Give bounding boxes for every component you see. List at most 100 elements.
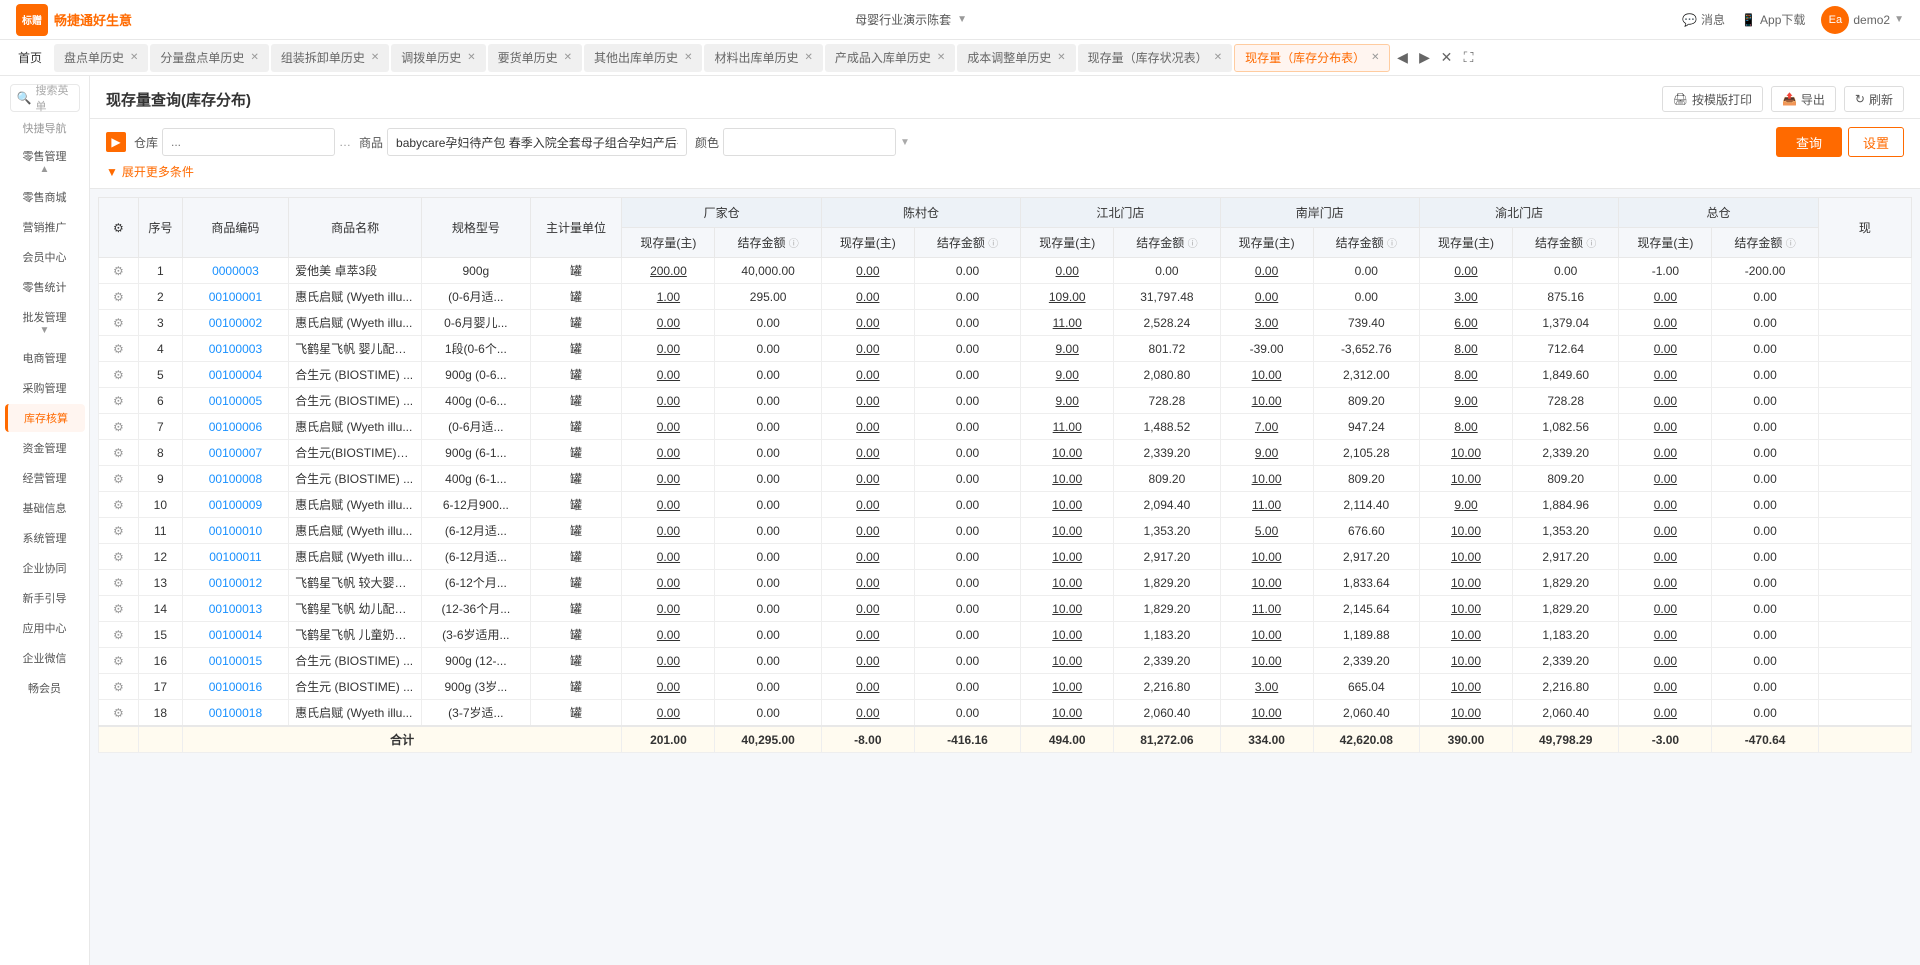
query-btn[interactable]: 查询 bbox=[1776, 127, 1842, 157]
na-stock-cell[interactable]: 11.00 bbox=[1220, 492, 1313, 518]
sidebar-item-ecommerce[interactable]: 电商管理 bbox=[5, 344, 85, 372]
settings-cell[interactable]: ⚙ bbox=[99, 674, 139, 700]
settings-cell[interactable]: ⚙ bbox=[99, 414, 139, 440]
tab-expand-btn[interactable]: ⛶ bbox=[1458, 48, 1478, 68]
settings-cell[interactable]: ⚙ bbox=[99, 492, 139, 518]
jb-stock-cell[interactable]: 10.00 bbox=[1021, 440, 1114, 466]
yb-stock-cell[interactable]: 10.00 bbox=[1419, 674, 1512, 700]
total-stock-cell[interactable]: 0.00 bbox=[1619, 362, 1712, 388]
fc-stock-cell[interactable]: 0.00 bbox=[622, 388, 715, 414]
cc-stock-cell[interactable]: 0.00 bbox=[821, 700, 914, 727]
total-stock-cell[interactable]: 0.00 bbox=[1619, 700, 1712, 727]
jb-stock-cell[interactable]: 10.00 bbox=[1021, 492, 1114, 518]
na-stock-cell[interactable]: 10.00 bbox=[1220, 388, 1313, 414]
cc-stock-cell[interactable]: 0.00 bbox=[821, 336, 914, 362]
yb-stock-cell[interactable]: 3.00 bbox=[1419, 284, 1512, 310]
total-stock-cell[interactable]: 0.00 bbox=[1619, 648, 1712, 674]
jb-stock-cell[interactable]: 109.00 bbox=[1021, 284, 1114, 310]
total-stock-cell[interactable]: 0.00 bbox=[1619, 414, 1712, 440]
fc-stock-cell[interactable]: 0.00 bbox=[622, 700, 715, 727]
fc-stock-cell[interactable]: 0.00 bbox=[622, 310, 715, 336]
yb-stock-cell[interactable]: 10.00 bbox=[1419, 570, 1512, 596]
tab-other-out[interactable]: 其他出库单历史 ✕ bbox=[584, 44, 702, 72]
settings-cell[interactable]: ⚙ bbox=[99, 622, 139, 648]
cc-stock-cell[interactable]: 0.00 bbox=[821, 492, 914, 518]
cc-stock-cell[interactable]: 0.00 bbox=[821, 466, 914, 492]
total-info-icon[interactable]: ⓘ bbox=[1786, 239, 1796, 250]
sidebar-item-retail-stat[interactable]: 零售统计 bbox=[5, 273, 85, 301]
yb-stock-cell[interactable]: 8.00 bbox=[1419, 414, 1512, 440]
yb-stock-cell[interactable]: 9.00 bbox=[1419, 388, 1512, 414]
settings-cell[interactable]: ⚙ bbox=[99, 388, 139, 414]
settings-cell[interactable]: ⚙ bbox=[99, 700, 139, 727]
total-stock-cell[interactable]: 0.00 bbox=[1619, 622, 1712, 648]
yb-stock-cell[interactable]: 9.00 bbox=[1419, 492, 1512, 518]
na-info-icon[interactable]: ⓘ bbox=[1387, 239, 1397, 250]
fc-stock-cell[interactable]: 200.00 bbox=[622, 258, 715, 284]
jb-stock-cell[interactable]: 9.00 bbox=[1021, 336, 1114, 362]
sidebar-search[interactable]: 🔍 搜索英单 bbox=[10, 84, 80, 112]
na-stock-cell[interactable]: 10.00 bbox=[1220, 466, 1313, 492]
yb-stock-cell[interactable]: 0.00 bbox=[1419, 258, 1512, 284]
tab-stock-status-close[interactable]: ✕ bbox=[1214, 52, 1222, 63]
sidebar-item-member[interactable]: 会员中心 bbox=[5, 243, 85, 271]
na-stock-cell[interactable]: -39.00 bbox=[1220, 336, 1313, 362]
tab-assemble-close[interactable]: ✕ bbox=[371, 52, 379, 63]
na-stock-cell[interactable]: 10.00 bbox=[1220, 622, 1313, 648]
tab-transfer-close[interactable]: ✕ bbox=[467, 52, 475, 63]
user-info[interactable]: Ea demo2 ▼ bbox=[1821, 6, 1904, 34]
jb-stock-cell[interactable]: 10.00 bbox=[1021, 596, 1114, 622]
jb-stock-cell[interactable]: 10.00 bbox=[1021, 622, 1114, 648]
message-btn[interactable]: 💬 消息 bbox=[1682, 11, 1725, 28]
na-stock-cell[interactable]: 0.00 bbox=[1220, 284, 1313, 310]
fc-stock-cell[interactable]: 0.00 bbox=[622, 414, 715, 440]
jb-stock-cell[interactable]: 10.00 bbox=[1021, 674, 1114, 700]
fc-stock-cell[interactable]: 1.00 bbox=[622, 284, 715, 310]
tab-product-in[interactable]: 产成品入库单历史 ✕ bbox=[825, 44, 955, 72]
na-stock-cell[interactable]: 0.00 bbox=[1220, 258, 1313, 284]
setting-btn[interactable]: 设置 bbox=[1848, 127, 1904, 157]
total-stock-cell[interactable]: 0.00 bbox=[1619, 570, 1712, 596]
settings-cell[interactable]: ⚙ bbox=[99, 362, 139, 388]
jb-stock-cell[interactable]: 11.00 bbox=[1021, 414, 1114, 440]
jb-stock-cell[interactable]: 11.00 bbox=[1021, 310, 1114, 336]
jb-stock-cell[interactable]: 10.00 bbox=[1021, 648, 1114, 674]
na-stock-cell[interactable]: 10.00 bbox=[1220, 700, 1313, 727]
sidebar-item-system[interactable]: 系统管理 bbox=[5, 524, 85, 552]
fc-stock-cell[interactable]: 0.00 bbox=[622, 362, 715, 388]
settings-cell[interactable]: ⚙ bbox=[99, 570, 139, 596]
na-stock-cell[interactable]: 9.00 bbox=[1220, 440, 1313, 466]
fc-stock-cell[interactable]: 0.00 bbox=[622, 336, 715, 362]
sidebar-item-retail-store[interactable]: 零售商城 bbox=[5, 183, 85, 211]
na-stock-cell[interactable]: 11.00 bbox=[1220, 596, 1313, 622]
tab-prev-btn[interactable]: ◀ bbox=[1392, 48, 1412, 68]
total-stock-cell[interactable]: 0.00 bbox=[1619, 310, 1712, 336]
tab-split-stocktake[interactable]: 分量盘点单历史 ✕ bbox=[150, 44, 268, 72]
total-stock-cell[interactable]: 0.00 bbox=[1619, 492, 1712, 518]
sidebar-item-retail[interactable]: 零售管理 ▲ bbox=[5, 142, 85, 181]
yb-stock-cell[interactable]: 10.00 bbox=[1419, 700, 1512, 727]
warehouse-input[interactable] bbox=[162, 128, 335, 156]
settings-col-header[interactable]: ⚙ bbox=[99, 198, 139, 258]
cc-stock-cell[interactable]: 0.00 bbox=[821, 440, 914, 466]
tab-transfer[interactable]: 调拨单历史 ✕ bbox=[391, 44, 485, 72]
cc-stock-cell[interactable]: 0.00 bbox=[821, 648, 914, 674]
jb-stock-cell[interactable]: 10.00 bbox=[1021, 544, 1114, 570]
na-stock-cell[interactable]: 10.00 bbox=[1220, 648, 1313, 674]
jb-stock-cell[interactable]: 10.00 bbox=[1021, 518, 1114, 544]
total-stock-cell[interactable]: 0.00 bbox=[1619, 440, 1712, 466]
color-input[interactable] bbox=[723, 128, 896, 156]
tab-stocktake-close[interactable]: ✕ bbox=[130, 52, 138, 63]
settings-cell[interactable]: ⚙ bbox=[99, 258, 139, 284]
sidebar-item-inventory[interactable]: 库存核算 bbox=[5, 404, 85, 432]
fc-stock-cell[interactable]: 0.00 bbox=[622, 622, 715, 648]
settings-cell[interactable]: ⚙ bbox=[99, 648, 139, 674]
print-btn[interactable]: 🖨 按模版打印 bbox=[1662, 86, 1763, 112]
na-stock-cell[interactable]: 10.00 bbox=[1220, 362, 1313, 388]
total-stock-cell[interactable]: -1.00 bbox=[1619, 258, 1712, 284]
yb-stock-cell[interactable]: 10.00 bbox=[1419, 596, 1512, 622]
sidebar-item-guide[interactable]: 新手引导 bbox=[5, 584, 85, 612]
cc-stock-cell[interactable]: 0.00 bbox=[821, 414, 914, 440]
na-stock-cell[interactable]: 3.00 bbox=[1220, 310, 1313, 336]
sidebar-item-wholesale[interactable]: 批发管理 ▼ bbox=[5, 303, 85, 342]
